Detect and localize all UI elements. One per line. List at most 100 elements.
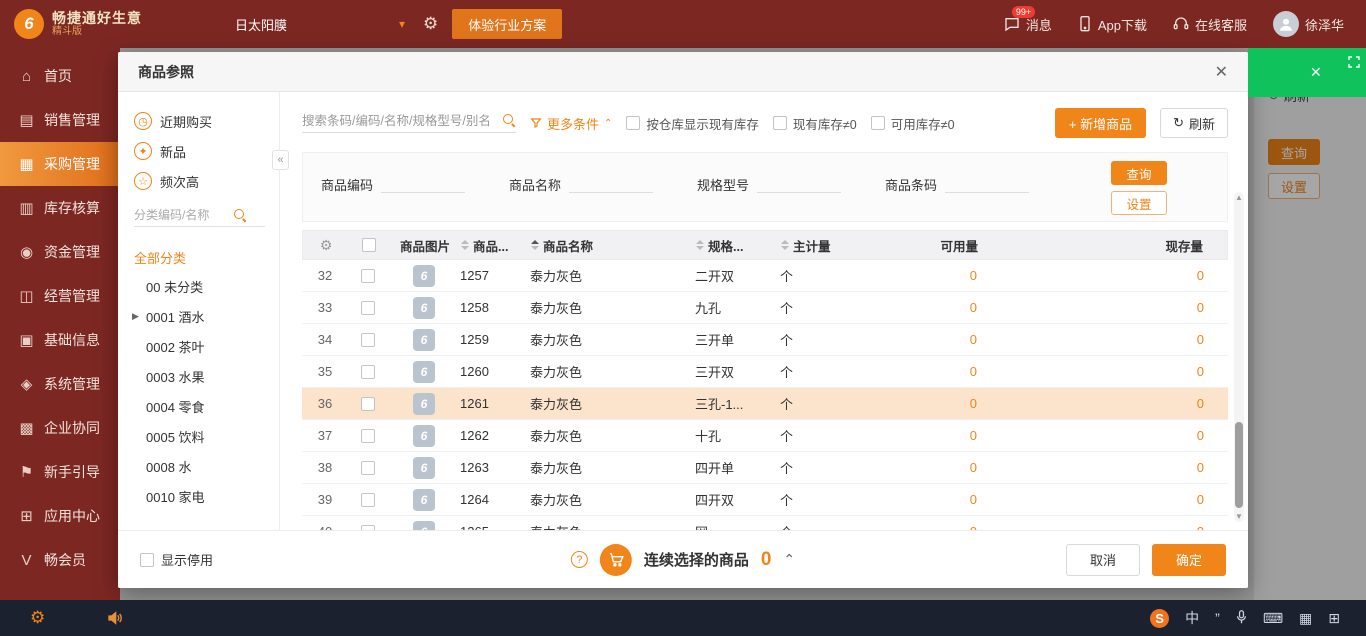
table-settings-gear-icon[interactable]: ⚙	[303, 237, 349, 254]
query-button[interactable]: 查询	[1111, 161, 1167, 185]
product-search-input[interactable]	[302, 113, 503, 128]
filter-code-input[interactable]	[381, 176, 466, 193]
row-checkbox[interactable]	[361, 300, 375, 315]
filter-name-input[interactable]	[569, 176, 654, 193]
row-checkbox[interactable]	[361, 332, 375, 347]
more-filters-button[interactable]: 更多条件 ⌃	[530, 114, 612, 133]
sidebar-item-purchase[interactable]: ▦ 采购管理	[0, 142, 120, 186]
checkbox-icon[interactable]	[626, 116, 641, 130]
sidebar-item-funds[interactable]: ◉ 资金管理	[0, 230, 120, 274]
expand-triangle-icon[interactable]: ▶	[132, 311, 139, 322]
quick-item-recent[interactable]: ◷ 近期购买	[134, 106, 265, 136]
sidebar-item-member[interactable]: V 畅会员	[0, 538, 120, 582]
category-search-input[interactable]	[134, 208, 234, 222]
checkbox-icon[interactable]	[772, 116, 787, 130]
category-item[interactable]: 0008 水	[134, 451, 265, 481]
table-row[interactable]: 39 6 1264 泰力灰色 四开双 个 0 0	[302, 484, 1228, 516]
grid-icon[interactable]: ⊞	[1328, 610, 1340, 627]
show-disabled-checkbox[interactable]: 显示停用	[140, 550, 213, 569]
table-row[interactable]: 34 6 1259 泰力灰色 三开单 个 0 0	[302, 324, 1228, 356]
collapse-panel-button[interactable]: «	[272, 150, 289, 170]
select-all-checkbox[interactable]	[362, 238, 376, 252]
col-code[interactable]: 商品...	[461, 236, 531, 255]
table-row[interactable]: 37 6 1262 泰力灰色 十孔 个 0 0	[302, 420, 1228, 452]
sidebar-item-app-center[interactable]: ⊞ 应用中心	[0, 494, 120, 538]
table-row[interactable]: 35 6 1260 泰力灰色 三开双 个 0 0	[302, 356, 1228, 388]
fullscreen-icon[interactable]	[1348, 56, 1360, 71]
col-image[interactable]: 商品图片	[389, 236, 461, 255]
filter-spec-input[interactable]	[757, 176, 842, 193]
close-icon[interactable]: ✕	[1215, 62, 1228, 82]
speaker-icon[interactable]	[107, 611, 123, 625]
category-item[interactable]: 0005 饮料	[134, 421, 265, 451]
col-spec[interactable]: 规格...	[696, 236, 781, 255]
online-service-button[interactable]: 在线客服	[1173, 15, 1247, 34]
sidebar-item-collaboration[interactable]: ▩ 企业协同	[0, 406, 120, 450]
row-checkbox[interactable]	[361, 460, 375, 475]
user-menu[interactable]: 徐泽华	[1272, 11, 1344, 37]
org-selector[interactable]: 日太阳膜 ▾	[235, 15, 405, 34]
scrollbar-thumb[interactable]	[1235, 422, 1243, 508]
punctuation-icon[interactable]: ”	[1215, 610, 1220, 626]
sort-icon[interactable]	[461, 240, 469, 250]
row-checkbox[interactable]	[361, 364, 375, 379]
vertical-scrollbar[interactable]: ▲ ▼	[1234, 192, 1244, 522]
table-row-selected[interactable]: 36 6 1261 泰力灰色 三孔-1... 个 0 0	[302, 388, 1228, 420]
sidebar-item-home[interactable]: ⌂ 首页	[0, 54, 120, 98]
checkbox-icon[interactable]	[870, 116, 885, 130]
toolbox-icon[interactable]: ▦	[1299, 610, 1312, 627]
category-item[interactable]: 0003 水果	[134, 361, 265, 391]
table-row[interactable]: 38 6 1263 泰力灰色 四开单 个 0 0	[302, 452, 1228, 484]
table-row[interactable]: 32 6 1257 泰力灰色 二开双 个 0 0	[302, 260, 1228, 292]
chinese-mode-icon[interactable]: 中	[1185, 608, 1199, 628]
checkbox-icon[interactable]	[140, 552, 154, 567]
refresh-button[interactable]: ↻ 刷新	[1160, 108, 1228, 138]
cart-icon[interactable]	[599, 543, 632, 576]
checkbox-warehouse-stock[interactable]: 按仓库显示现有库存	[626, 114, 759, 133]
category-item[interactable]: 00 未分类	[134, 271, 265, 301]
confirm-button[interactable]: 确定	[1152, 543, 1226, 576]
sidebar-item-system[interactable]: ◈ 系统管理	[0, 362, 120, 406]
trial-solution-button[interactable]: 体验行业方案	[452, 9, 563, 39]
add-product-button[interactable]: + 新增商品	[1054, 108, 1147, 138]
search-icon[interactable]	[234, 208, 247, 222]
col-name[interactable]: 商品名称	[531, 236, 696, 255]
row-checkbox[interactable]	[361, 428, 375, 443]
quick-item-frequent[interactable]: ☆ 频次高	[134, 166, 265, 196]
sidebar-item-inventory[interactable]: ▥ 库存核算	[0, 186, 120, 230]
collapse-chevron-icon[interactable]: ⌃	[783, 551, 795, 568]
scroll-down-arrow[interactable]: ▼	[1234, 512, 1244, 521]
sidebar-item-operations[interactable]: ◫ 经营管理	[0, 274, 120, 318]
mic-icon[interactable]	[1236, 609, 1247, 627]
row-checkbox[interactable]	[361, 396, 375, 411]
category-item[interactable]: 0010 家电	[134, 481, 265, 511]
table-row[interactable]: 33 6 1258 泰力灰色 九孔 个 0 0	[302, 292, 1228, 324]
messages-button[interactable]: 99+ 消息	[1004, 5, 1052, 34]
app-download-button[interactable]: App下载	[1078, 15, 1147, 34]
sort-icon[interactable]	[696, 240, 704, 250]
keyboard-icon[interactable]: ⌨	[1263, 610, 1283, 627]
checkbox-available-nonzero[interactable]: 可用库存≠0	[870, 114, 955, 133]
sort-icon[interactable]	[781, 240, 789, 250]
col-available[interactable]: 可用量	[871, 236, 986, 255]
help-icon[interactable]: ?	[570, 551, 588, 568]
row-checkbox[interactable]	[361, 268, 375, 283]
taskbar-gear-icon[interactable]: ⚙	[30, 608, 45, 628]
col-stock[interactable]: 现存量	[986, 236, 1227, 255]
scroll-up-arrow[interactable]: ▲	[1234, 193, 1244, 202]
search-icon[interactable]	[503, 114, 516, 127]
sogou-input-icon[interactable]: S	[1150, 608, 1170, 628]
category-item[interactable]: 0002 茶叶	[134, 331, 265, 361]
quick-item-new[interactable]: ✦ 新品	[134, 136, 265, 166]
col-unit[interactable]: 主计量	[781, 236, 871, 255]
row-checkbox[interactable]	[361, 492, 375, 507]
category-item[interactable]: 0004 零食	[134, 391, 265, 421]
category-item[interactable]: ▶ 0001 酒水	[132, 301, 265, 331]
settings-gear-icon[interactable]: ⚙	[423, 14, 438, 34]
sidebar-item-guide[interactable]: ⚑ 新手引导	[0, 450, 120, 494]
settings-button[interactable]: 设置	[1111, 191, 1167, 215]
checkbox-stock-nonzero[interactable]: 现有库存≠0	[772, 114, 857, 133]
cancel-button[interactable]: 取消	[1066, 543, 1140, 576]
sidebar-item-base-info[interactable]: ▣ 基础信息	[0, 318, 120, 362]
sort-icon[interactable]	[531, 240, 539, 250]
